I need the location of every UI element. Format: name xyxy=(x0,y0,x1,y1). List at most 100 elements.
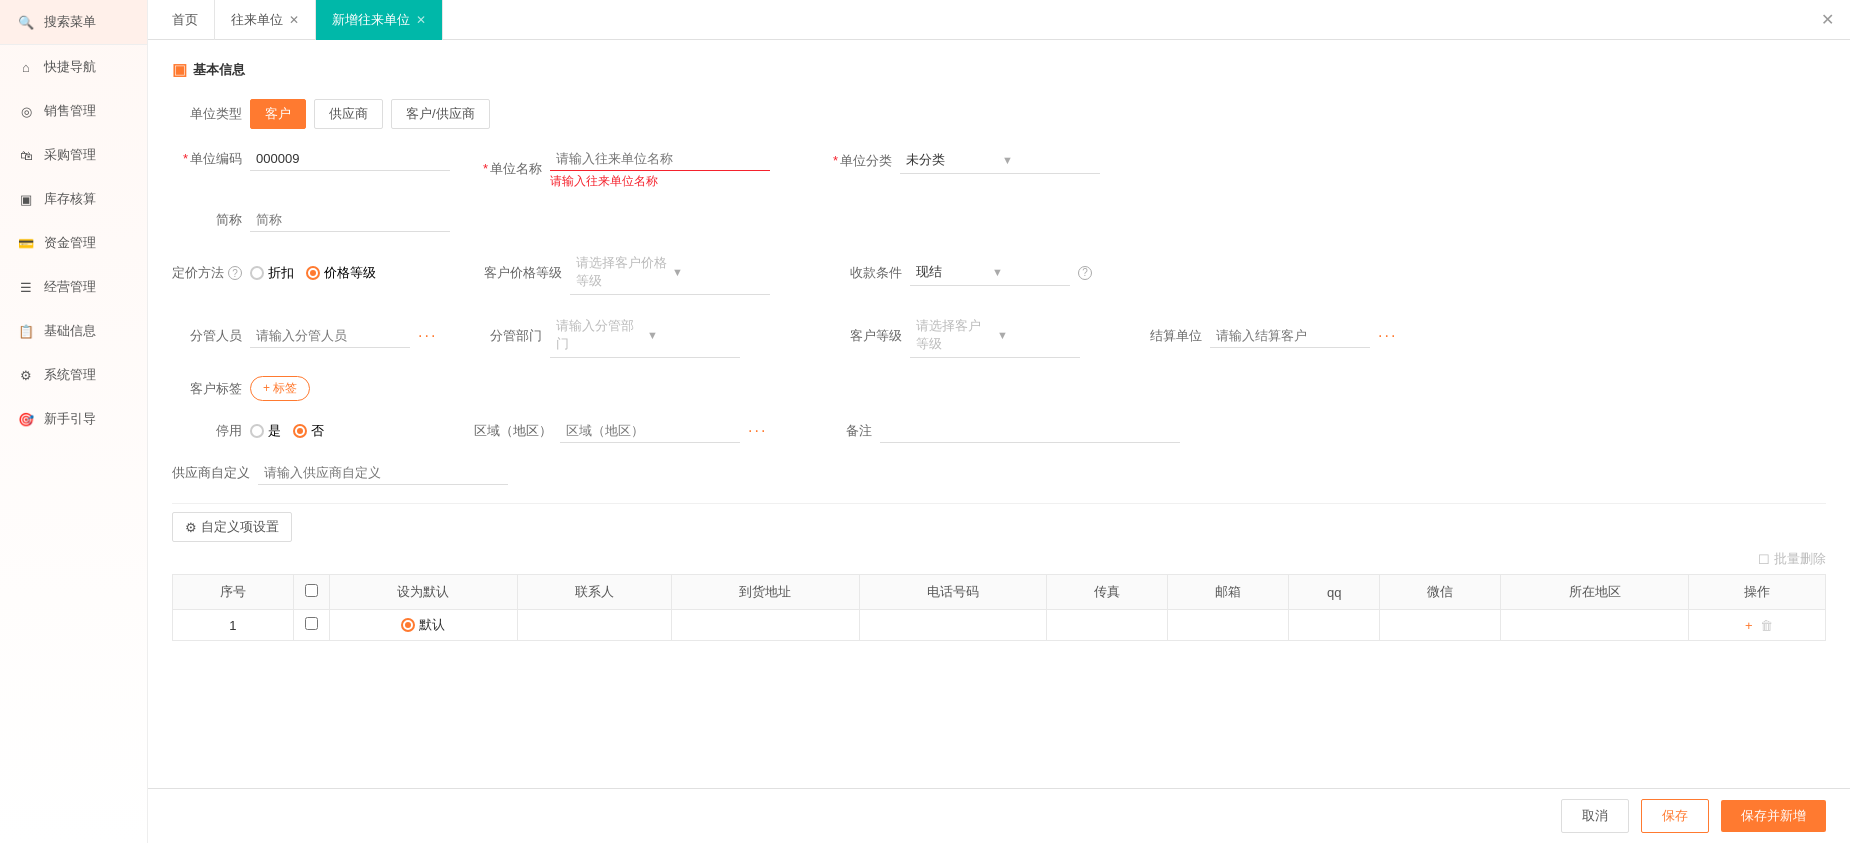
gear-icon: ⚙ xyxy=(185,520,197,535)
unit-code-input[interactable] xyxy=(250,147,450,171)
row-add-button[interactable]: + xyxy=(1745,618,1753,633)
col-phone: 电话号码 xyxy=(859,575,1047,610)
row-default-radio-inner xyxy=(405,622,411,628)
table-select-all[interactable] xyxy=(305,584,318,597)
pricing-discount-label: 折扣 xyxy=(268,264,294,282)
payment-terms-select[interactable]: 现结 ▼ xyxy=(910,259,1070,286)
sidebar-item-purchase[interactable]: 🛍 采购管理 xyxy=(0,133,147,177)
supplier-custom-row: 供应商自定义 xyxy=(172,461,1826,485)
row-delete-button[interactable]: 🗑 xyxy=(1760,618,1773,633)
col-check xyxy=(293,575,329,610)
customer-price-level-label: 客户价格等级 xyxy=(472,264,562,282)
save-button[interactable]: 保存 xyxy=(1641,799,1709,833)
unit-type-customer-button[interactable]: 客户 xyxy=(250,99,306,129)
disabled-radio-group: 是 否 xyxy=(250,422,324,440)
pricing-level-radio-outer xyxy=(306,266,320,280)
row-default-radio[interactable]: 默认 xyxy=(340,616,507,634)
unit-category-select[interactable]: 未分类 ▼ xyxy=(900,147,1100,174)
disabled-no-radio[interactable]: 否 xyxy=(293,422,324,440)
section-icon: ▣ xyxy=(172,60,187,79)
sidebar-item-quick-nav[interactable]: ⌂ 快捷导航 xyxy=(0,45,147,89)
sidebar-item-sales[interactable]: ◎ 销售管理 xyxy=(0,89,147,133)
sidebar-purchase-label: 采购管理 xyxy=(44,146,96,164)
region-dots-button[interactable]: ··· xyxy=(748,422,767,440)
tab-new-partner[interactable]: 新增往来单位 ✕ xyxy=(316,0,443,40)
disabled-label: 停用 xyxy=(172,422,242,440)
unit-code-field: *单位编码 xyxy=(172,147,472,171)
finance-icon: 💳 xyxy=(16,233,36,253)
row-contact xyxy=(517,610,671,641)
short-name-input[interactable] xyxy=(250,208,450,232)
form-content: ▣ 基本信息 单位类型 客户 供应商 客户/供应商 *单位编码 *单位名称 xyxy=(148,40,1850,788)
sidebar-item-guide[interactable]: 🎯 新手引导 xyxy=(0,397,147,441)
disabled-yes-radio-outer xyxy=(250,424,264,438)
sidebar-item-operation[interactable]: ☰ 经营管理 xyxy=(0,265,147,309)
sidebar-item-system[interactable]: ⚙ 系统管理 xyxy=(0,353,147,397)
payment-terms-value: 现结 xyxy=(916,263,988,281)
manager-dots-button[interactable]: ··· xyxy=(418,327,437,345)
settlement-unit-dots-button[interactable]: ··· xyxy=(1378,327,1397,345)
disabled-yes-label: 是 xyxy=(268,422,281,440)
payment-terms-help-icon[interactable]: ? xyxy=(1078,266,1092,280)
remarks-input[interactable] xyxy=(880,419,1180,443)
row-fax xyxy=(1047,610,1168,641)
contacts-table: 序号 设为默认 联系人 到货地址 电话号码 传真 邮箱 qq 微信 所在地区 操… xyxy=(172,574,1826,641)
customer-price-level-select[interactable]: 请选择客户价格等级 ▼ xyxy=(570,250,770,295)
region-input[interactable] xyxy=(560,419,740,443)
disabled-yes-radio[interactable]: 是 xyxy=(250,422,281,440)
sidebar-item-inventory[interactable]: ▣ 库存核算 xyxy=(0,177,147,221)
close-all-tabs-button[interactable]: ✕ xyxy=(1813,10,1842,29)
pricing-level-radio-inner xyxy=(310,270,316,276)
tab-partner-close[interactable]: ✕ xyxy=(289,13,299,27)
customer-level-select[interactable]: 请选择客户等级 ▼ xyxy=(910,313,1080,358)
custom-settings-button[interactable]: ⚙ 自定义项设置 xyxy=(172,512,292,542)
settlement-unit-input[interactable] xyxy=(1210,324,1370,348)
manager-input[interactable] xyxy=(250,324,410,348)
basic-icon: 📋 xyxy=(16,321,36,341)
payment-terms-label: 收款条件 xyxy=(832,264,902,282)
tab-partner[interactable]: 往来单位 ✕ xyxy=(215,0,316,40)
unit-type-field: 单位类型 客户 供应商 客户/供应商 xyxy=(172,99,1826,129)
sidebar-basic-label: 基础信息 xyxy=(44,322,96,340)
payment-terms-arrow-icon: ▼ xyxy=(992,266,1064,278)
col-region: 所在地区 xyxy=(1501,575,1689,610)
pricing-discount-radio-outer xyxy=(250,266,264,280)
customer-price-level-arrow-icon: ▼ xyxy=(672,266,764,278)
supplier-custom-field: 供应商自定义 xyxy=(172,461,1826,485)
supplier-custom-input[interactable] xyxy=(258,461,508,485)
pricing-discount-radio[interactable]: 折扣 xyxy=(250,264,294,282)
unit-type-supplier-button[interactable]: 供应商 xyxy=(314,99,383,129)
sidebar-item-basic[interactable]: 📋 基础信息 xyxy=(0,309,147,353)
department-arrow-icon: ▼ xyxy=(647,329,734,341)
tab-new-partner-close[interactable]: ✕ xyxy=(416,13,426,27)
code-name-row: *单位编码 *单位名称 请输入往来单位名称 *单位分类 未分类 ▼ xyxy=(172,147,1826,190)
department-select[interactable]: 请输入分管部门 ▼ xyxy=(550,313,740,358)
pricing-level-radio[interactable]: 价格等级 xyxy=(306,264,376,282)
batch-delete-icon: ☐ xyxy=(1758,552,1770,567)
row-qq xyxy=(1289,610,1380,641)
cancel-button[interactable]: 取消 xyxy=(1561,799,1629,833)
purchase-icon: 🛍 xyxy=(16,145,36,165)
form-divider xyxy=(172,503,1826,504)
sidebar-item-search[interactable]: 🔍 搜索菜单 xyxy=(0,0,147,45)
tab-partner-label: 往来单位 xyxy=(231,11,283,29)
row-region xyxy=(1501,610,1689,641)
manager-field: 分管人员 ··· xyxy=(172,324,472,348)
row-checkbox[interactable] xyxy=(305,617,318,630)
batch-delete-label[interactable]: 批量删除 xyxy=(1774,550,1826,568)
home-icon: ⌂ xyxy=(16,57,36,77)
pricing-method-help-icon[interactable]: ? xyxy=(228,266,242,280)
disabled-row: 停用 是 否 区域（地区） ··· xyxy=(172,419,1826,443)
disabled-field: 停用 是 否 xyxy=(172,422,472,440)
customer-price-level-field: 客户价格等级 请选择客户价格等级 ▼ xyxy=(472,250,832,295)
sidebar-item-finance[interactable]: 💳 资金管理 xyxy=(0,221,147,265)
col-seq: 序号 xyxy=(173,575,294,610)
pricing-row: 定价方法 ? 折扣 价格等级 客户价格 xyxy=(172,250,1826,295)
unit-name-input[interactable] xyxy=(550,147,770,171)
unit-type-both-button[interactable]: 客户/供应商 xyxy=(391,99,490,129)
add-tag-button[interactable]: + 标签 xyxy=(250,376,310,401)
sidebar-inventory-label: 库存核算 xyxy=(44,190,96,208)
tab-home[interactable]: 首页 xyxy=(156,0,215,40)
save-and-new-button[interactable]: 保存并新增 xyxy=(1721,800,1826,832)
operation-icon: ☰ xyxy=(16,277,36,297)
